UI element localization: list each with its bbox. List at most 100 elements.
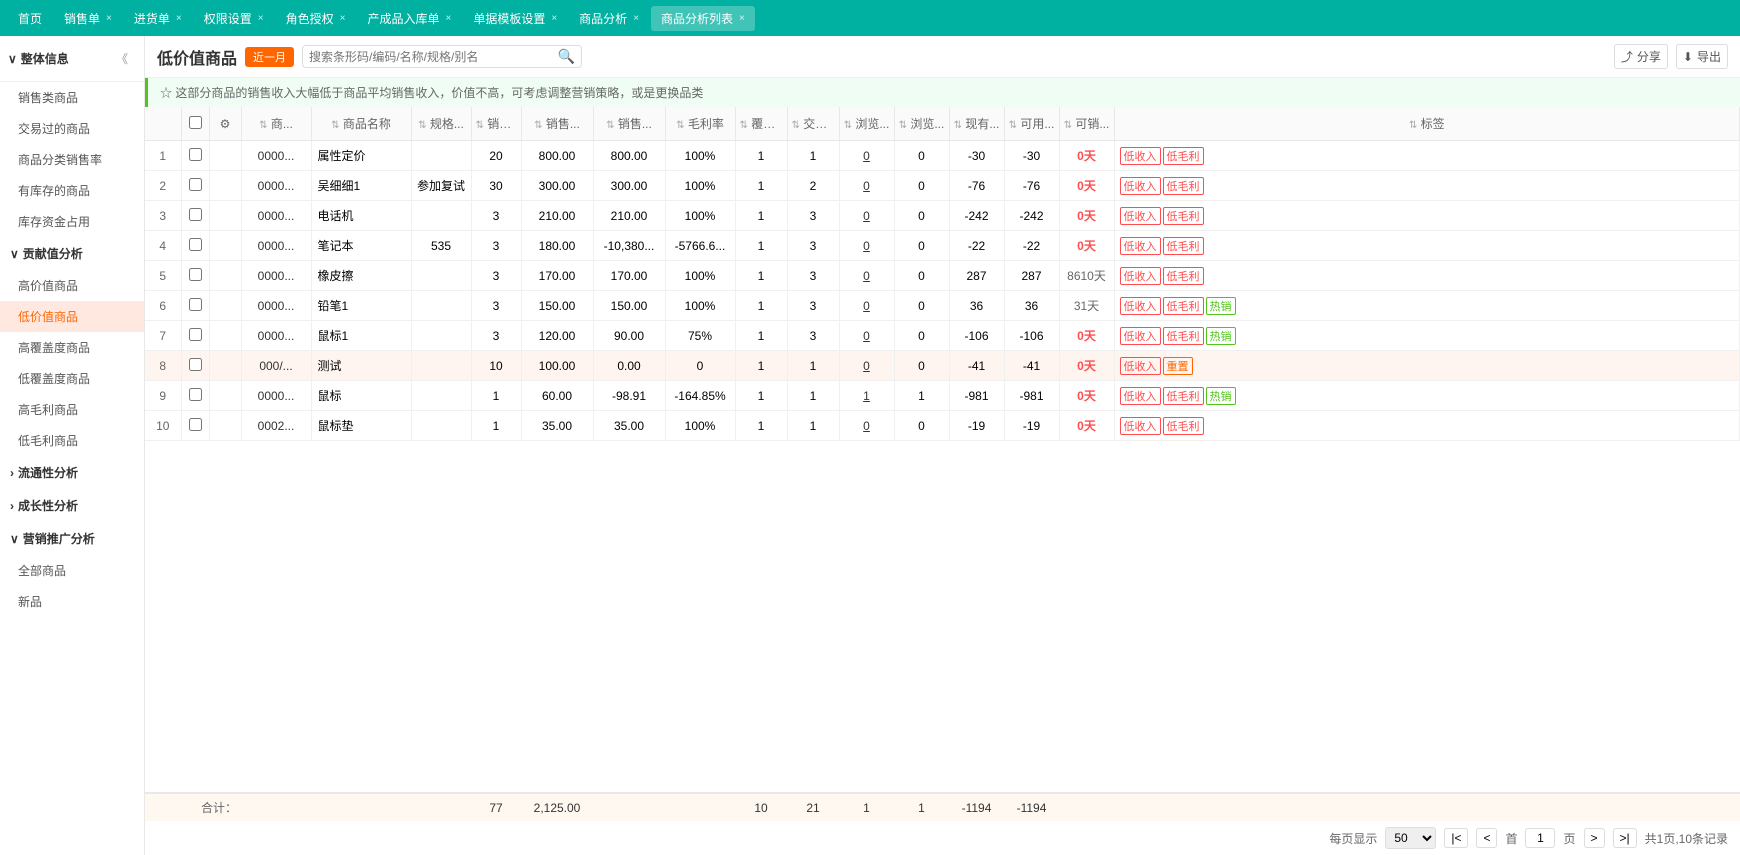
- page-input[interactable]: [1525, 828, 1555, 848]
- nav-close-permissions[interactable]: ×: [258, 13, 264, 24]
- col-sell[interactable]: ⇅ 可销...: [1059, 107, 1114, 141]
- row-check[interactable]: [181, 141, 209, 171]
- prev-page-btn[interactable]: <: [1476, 828, 1497, 848]
- per-page-select[interactable]: 50 100 200: [1385, 827, 1436, 849]
- row-check[interactable]: [181, 291, 209, 321]
- row-check[interactable]: [181, 411, 209, 441]
- nav-template[interactable]: 单据模板设置 ×: [463, 6, 567, 31]
- row-browse1[interactable]: 0: [839, 351, 894, 381]
- col-tag[interactable]: ⇅ 标签: [1114, 107, 1740, 141]
- row-browse1[interactable]: 1: [839, 381, 894, 411]
- col-name[interactable]: ⇅ 商品名称: [311, 107, 411, 141]
- row-check[interactable]: [181, 261, 209, 291]
- col-gear[interactable]: ⚙: [209, 107, 241, 141]
- col-stock2[interactable]: ⇅ 可用...: [1004, 107, 1059, 141]
- row-check[interactable]: [181, 201, 209, 231]
- sidebar-item-category-rate[interactable]: 商品分类销售率: [0, 144, 144, 175]
- col-sale2[interactable]: ⇅ 销售...: [521, 107, 593, 141]
- col-sale3[interactable]: ⇅ 销售...: [593, 107, 665, 141]
- row-checkbox[interactable]: [189, 388, 202, 401]
- sidebar-item-in-stock[interactable]: 有库存的商品: [0, 175, 144, 206]
- nav-warehouse[interactable]: 产成品入库单 ×: [357, 6, 461, 31]
- row-browse1[interactable]: 0: [839, 411, 894, 441]
- sidebar-item-low-value[interactable]: 低价值商品: [0, 301, 144, 332]
- nav-close-analysis[interactable]: ×: [633, 13, 639, 24]
- col-spec[interactable]: ⇅ 规格...: [411, 107, 471, 141]
- sidebar-section-contribution[interactable]: ∨ 贡献值分析: [0, 237, 144, 270]
- nav-home[interactable]: 首页: [8, 6, 52, 31]
- sidebar-section-overall[interactable]: ∨ 整体信息: [8, 50, 69, 67]
- row-checkbox[interactable]: [189, 148, 202, 161]
- sidebar-item-traded-goods[interactable]: 交易过的商品: [0, 113, 144, 144]
- row-code: 0000...: [241, 171, 311, 201]
- first-page-btn[interactable]: |<: [1444, 828, 1468, 848]
- sidebar-item-capital[interactable]: 库存资金占用: [0, 206, 144, 237]
- col-check[interactable]: [181, 107, 209, 141]
- row-check[interactable]: [181, 231, 209, 261]
- row-checkbox[interactable]: [189, 238, 202, 251]
- row-browse1[interactable]: 0: [839, 321, 894, 351]
- nav-close-template[interactable]: ×: [551, 13, 557, 24]
- row-check[interactable]: [181, 171, 209, 201]
- row-check[interactable]: [181, 381, 209, 411]
- row-browse1[interactable]: 0: [839, 291, 894, 321]
- sidebar-section-growth[interactable]: › 成长性分析: [0, 489, 144, 522]
- next-page-btn[interactable]: >: [1584, 828, 1605, 848]
- row-check[interactable]: [181, 351, 209, 381]
- row-checkbox[interactable]: [189, 358, 202, 371]
- row-checkbox[interactable]: [189, 268, 202, 281]
- row-trade: 3: [787, 321, 839, 351]
- sidebar-collapse-btn[interactable]: 《: [108, 42, 136, 75]
- nav-close-analysis-list[interactable]: ×: [739, 13, 745, 24]
- nav-roles[interactable]: 角色授权 ×: [276, 6, 356, 31]
- gear-icon[interactable]: ⚙: [220, 117, 231, 131]
- nav-analysis[interactable]: 商品分析 ×: [569, 6, 649, 31]
- sidebar-item-low-margin[interactable]: 低毛利商品: [0, 425, 144, 456]
- search-icon[interactable]: 🔍: [558, 48, 575, 65]
- row-browse1[interactable]: 0: [839, 201, 894, 231]
- nav-analysis-list[interactable]: 商品分析列表 ×: [651, 6, 755, 31]
- row-browse1[interactable]: 0: [839, 141, 894, 171]
- total-empty-sell: [1059, 794, 1114, 821]
- row-browse1[interactable]: 0: [839, 261, 894, 291]
- export-button[interactable]: ⬇ 导出: [1676, 44, 1728, 69]
- row-checkbox[interactable]: [189, 298, 202, 311]
- row-browse1[interactable]: 0: [839, 171, 894, 201]
- sidebar-item-new-goods[interactable]: 新品: [0, 586, 144, 617]
- nav-close-warehouse[interactable]: ×: [445, 13, 451, 24]
- col-trade[interactable]: ⇅ 交易...: [787, 107, 839, 141]
- row-check[interactable]: [181, 321, 209, 351]
- sidebar-section-marketing[interactable]: ∨ 营销推广分析: [0, 522, 144, 555]
- check-all[interactable]: [189, 116, 202, 129]
- nav-sales[interactable]: 销售单 ×: [54, 6, 122, 31]
- sidebar-item-high-value[interactable]: 高价值商品: [0, 270, 144, 301]
- col-browse1[interactable]: ⇅ 浏览...: [839, 107, 894, 141]
- sidebar-item-high-coverage[interactable]: 高覆盖度商品: [0, 332, 144, 363]
- nav-purchase[interactable]: 进货单 ×: [124, 6, 192, 31]
- sidebar-section-liquidity[interactable]: › 流通性分析: [0, 456, 144, 489]
- col-sale1[interactable]: ⇅ 销售...: [471, 107, 521, 141]
- sidebar-item-low-coverage[interactable]: 低覆盖度商品: [0, 363, 144, 394]
- nav-permissions[interactable]: 权限设置 ×: [194, 6, 274, 31]
- row-checkbox[interactable]: [189, 418, 202, 431]
- row-checkbox[interactable]: [189, 178, 202, 191]
- col-stock1[interactable]: ⇅ 现有...: [949, 107, 1004, 141]
- time-tag[interactable]: 近一月: [245, 47, 294, 67]
- nav-close-purchase[interactable]: ×: [176, 13, 182, 24]
- sidebar-item-high-margin[interactable]: 高毛利商品: [0, 394, 144, 425]
- nav-close-roles[interactable]: ×: [340, 13, 346, 24]
- row-browse1[interactable]: 0: [839, 231, 894, 261]
- nav-close-sales[interactable]: ×: [106, 13, 112, 24]
- col-cover[interactable]: ⇅ 覆盖...: [735, 107, 787, 141]
- sidebar-item-sales-goods[interactable]: 销售类商品: [0, 82, 144, 113]
- search-input[interactable]: [309, 50, 554, 64]
- sidebar-item-all-goods[interactable]: 全部商品: [0, 555, 144, 586]
- notice-bar: ☆ 这部分商品的销售收入大幅低于商品平均销售收入，价值不高，可考虑调整营销策略，…: [145, 78, 1740, 107]
- row-checkbox[interactable]: [189, 208, 202, 221]
- col-margin[interactable]: ⇅ 毛利率: [665, 107, 735, 141]
- col-browse2[interactable]: ⇅ 浏览...: [894, 107, 949, 141]
- share-button[interactable]: ⤴ 分享: [1614, 44, 1668, 69]
- col-code[interactable]: ⇅ 商...: [241, 107, 311, 141]
- row-checkbox[interactable]: [189, 328, 202, 341]
- last-page-btn[interactable]: >|: [1613, 828, 1637, 848]
